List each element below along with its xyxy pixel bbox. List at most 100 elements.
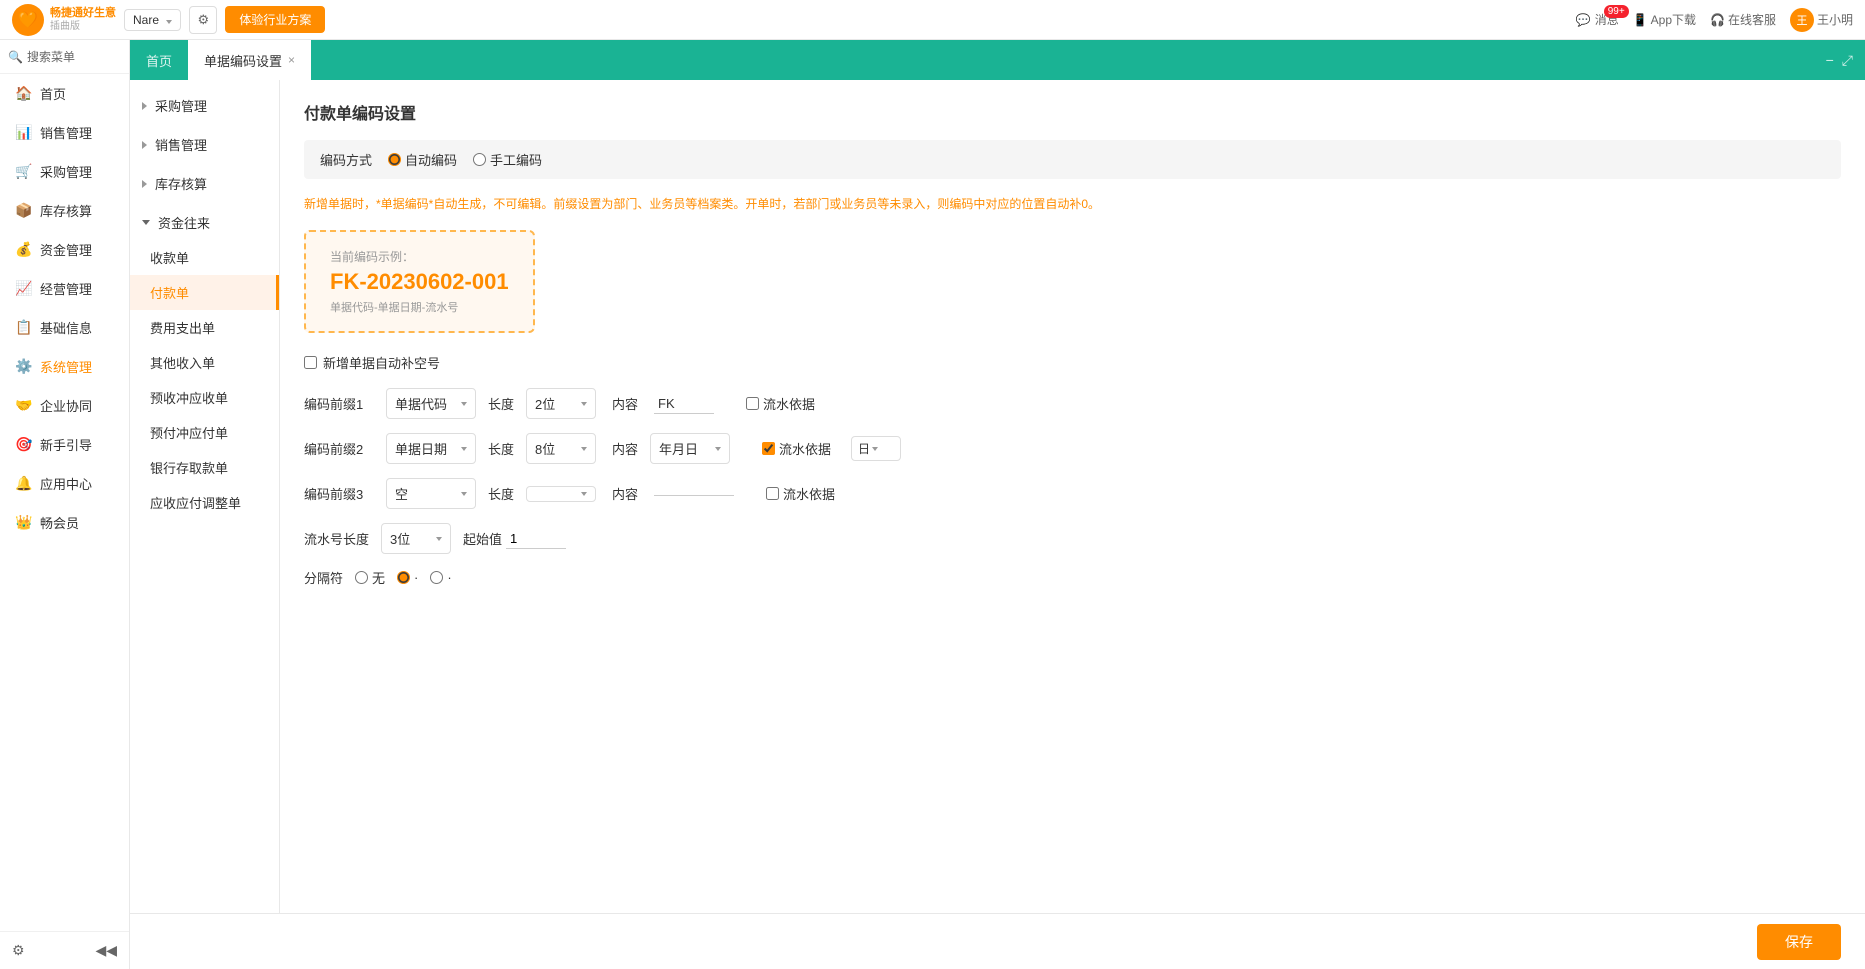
sub-item-expense[interactable]: 费用支出单 — [130, 310, 279, 345]
prefix1-serial-checkbox-row: 流水依据 — [746, 394, 815, 413]
sub-group-purchase-title[interactable]: 采购管理 — [130, 88, 279, 123]
user-menu[interactable]: 王 王小明 — [1790, 8, 1853, 32]
save-button[interactable]: 保存 — [1757, 924, 1841, 960]
maximize-icon[interactable]: ⤢ — [1842, 52, 1853, 69]
preview-code: FK-20230602-001 — [330, 269, 509, 295]
prefix2-content-select[interactable]: 年月日 — [650, 433, 730, 464]
inventory-icon: 📦 — [16, 203, 32, 219]
tab-encoding-settings[interactable]: 单据编码设置 × — [188, 40, 311, 80]
sidebar-item-system[interactable]: ⚙️ 系统管理 — [0, 347, 129, 386]
sep-dot-option[interactable]: · — [397, 570, 418, 585]
prefix1-row: 编码前缀1 单据代码 长度 2位 内容 FK 流水依据 — [304, 388, 1841, 419]
settings-icon[interactable]: ⚙ — [189, 6, 217, 34]
search-menu-button[interactable]: 🔍 搜索菜单 — [0, 40, 129, 74]
message-button[interactable]: 💬 消息 99+ — [1576, 11, 1619, 28]
sidebar-item-guide[interactable]: 🎯 新手引导 — [0, 425, 129, 464]
prefix2-label: 编码前缀2 — [304, 439, 374, 458]
auto-encoding-radio[interactable] — [388, 153, 401, 166]
top-bar: 🧡 畅捷通好生意 插曲版 Nare ⚙ 体验行业方案 💬 消息 99+ 📱 Ap… — [0, 0, 1865, 40]
sidebar-item-purchase[interactable]: 🛒 采购管理 — [0, 152, 129, 191]
online-service-button[interactable]: 🎧 在线客服 — [1710, 11, 1776, 28]
sep-dot2-radio[interactable] — [430, 571, 443, 584]
prefix1-dropdown-icon — [461, 402, 467, 406]
auto-encoding-option[interactable]: 自动编码 — [388, 150, 457, 169]
sub-group-funds-title[interactable]: 资金往来 — [130, 205, 279, 240]
sub-group-sales-title[interactable]: 销售管理 — [130, 127, 279, 162]
minimize-icon[interactable]: − — [1826, 52, 1834, 68]
auto-fill-checkbox[interactable] — [304, 356, 317, 369]
prefix1-length-label: 长度 — [488, 394, 514, 413]
cooperation-icon: 🤝 — [16, 398, 32, 414]
prefix1-serial-checkbox[interactable] — [746, 397, 759, 410]
sub-item-other-income[interactable]: 其他收入单 — [130, 345, 279, 380]
prefix2-length-select[interactable]: 8位 — [526, 433, 596, 464]
sidebar-collapse-icon[interactable]: ◀◀ — [95, 942, 117, 959]
message-icon: 💬 — [1576, 13, 1591, 27]
prefix1-length-select[interactable]: 2位 — [526, 388, 596, 419]
purchase-icon: 🛒 — [16, 164, 32, 180]
prefix2-serial-checkbox[interactable] — [762, 442, 775, 455]
sidebar-item-business[interactable]: 📈 经营管理 — [0, 269, 129, 308]
sep-none-radio[interactable] — [355, 571, 368, 584]
serial-start-input[interactable] — [506, 529, 566, 549]
sub-item-adjustment[interactable]: 应收应付调整单 — [130, 485, 279, 520]
manual-encoding-radio[interactable] — [473, 153, 486, 166]
guide-icon: 🎯 — [16, 437, 32, 453]
sub-sidebar: 采购管理 销售管理 库存核算 — [130, 80, 280, 913]
sep-dot-radio[interactable] — [397, 571, 410, 584]
separator-label: 分隔符 — [304, 568, 343, 587]
prefix2-day-select[interactable]: 日 — [851, 436, 901, 461]
trial-button[interactable]: 体验行业方案 — [225, 6, 325, 33]
prefix3-length-select[interactable] — [526, 486, 596, 502]
prefix3-serial-checkbox[interactable] — [766, 487, 779, 500]
top-bar-right: 💬 消息 99+ 📱 App下载 🎧 在线客服 王 王小明 — [1576, 8, 1853, 32]
sidebar-item-finance[interactable]: 💰 资金管理 — [0, 230, 129, 269]
serial-start-label: 起始值 — [463, 529, 502, 548]
logo-icon: 🧡 — [12, 4, 44, 36]
inner-area: 采购管理 销售管理 库存核算 — [130, 80, 1865, 913]
serial-length-select[interactable]: 3位 — [381, 523, 451, 554]
sidebar-gear-icon[interactable]: ⚙ — [12, 942, 25, 959]
collapse-arrow-icon — [142, 220, 150, 225]
sidebar-item-basic-info[interactable]: 📋 基础信息 — [0, 308, 129, 347]
prefix3-content-label: 内容 — [612, 484, 638, 503]
vip-icon: 👑 — [16, 515, 32, 531]
sub-item-receipt[interactable]: 收款单 — [130, 240, 279, 275]
content-area: 首页 单据编码设置 × − ⤢ 采购管理 — [130, 40, 1865, 969]
preview-desc: 单据代码-单据日期-流水号 — [330, 299, 509, 315]
encoding-method-label: 编码方式 — [320, 150, 372, 169]
sep-none-option[interactable]: 无 — [355, 568, 385, 587]
sub-item-bank-deposit[interactable]: 银行存取款单 — [130, 450, 279, 485]
prefix3-select[interactable]: 空 — [386, 478, 476, 509]
sidebar-item-cooperation[interactable]: 🤝 企业协同 — [0, 386, 129, 425]
prefix2-dropdown-icon — [461, 447, 467, 451]
tab-close-icon[interactable]: × — [288, 53, 295, 67]
sidebar-item-vip[interactable]: 👑 畅会员 — [0, 503, 129, 542]
sep-dot2-option[interactable]: · — [430, 570, 451, 585]
sub-group-inventory-title[interactable]: 库存核算 — [130, 166, 279, 201]
prefix2-select[interactable]: 单据日期 — [386, 433, 476, 464]
sub-item-payment[interactable]: 付款单 — [130, 275, 279, 310]
prefix3-dropdown-icon — [461, 492, 467, 496]
sub-item-advance-offset[interactable]: 预付冲应付单 — [130, 415, 279, 450]
expand-arrow-icon — [142, 102, 147, 110]
message-badge: 99+ — [1604, 5, 1629, 18]
avatar: 王 — [1790, 8, 1814, 32]
finance-icon: 💰 — [16, 242, 32, 258]
sidebar-item-sales[interactable]: 📊 销售管理 — [0, 113, 129, 152]
company-dropdown[interactable]: Nare — [124, 9, 181, 31]
sub-group-sales: 销售管理 — [130, 127, 279, 162]
prefix1-length-icon — [581, 402, 587, 406]
day-select-icon — [872, 447, 878, 451]
tab-home[interactable]: 首页 — [130, 40, 188, 80]
manual-encoding-option[interactable]: 手工编码 — [473, 150, 542, 169]
prefix1-select[interactable]: 单据代码 — [386, 388, 476, 419]
sidebar-item-app-center[interactable]: 🔔 应用中心 — [0, 464, 129, 503]
sub-item-prepay-offset[interactable]: 预收冲应收单 — [130, 380, 279, 415]
basic-info-icon: 📋 — [16, 320, 32, 336]
app-download-button[interactable]: 📱 App下载 — [1633, 11, 1696, 28]
system-icon: ⚙️ — [16, 359, 32, 375]
sidebar-item-inventory[interactable]: 📦 库存核算 — [0, 191, 129, 230]
sub-group-inventory: 库存核算 — [130, 166, 279, 201]
sidebar-item-home[interactable]: 🏠 首页 — [0, 74, 129, 113]
